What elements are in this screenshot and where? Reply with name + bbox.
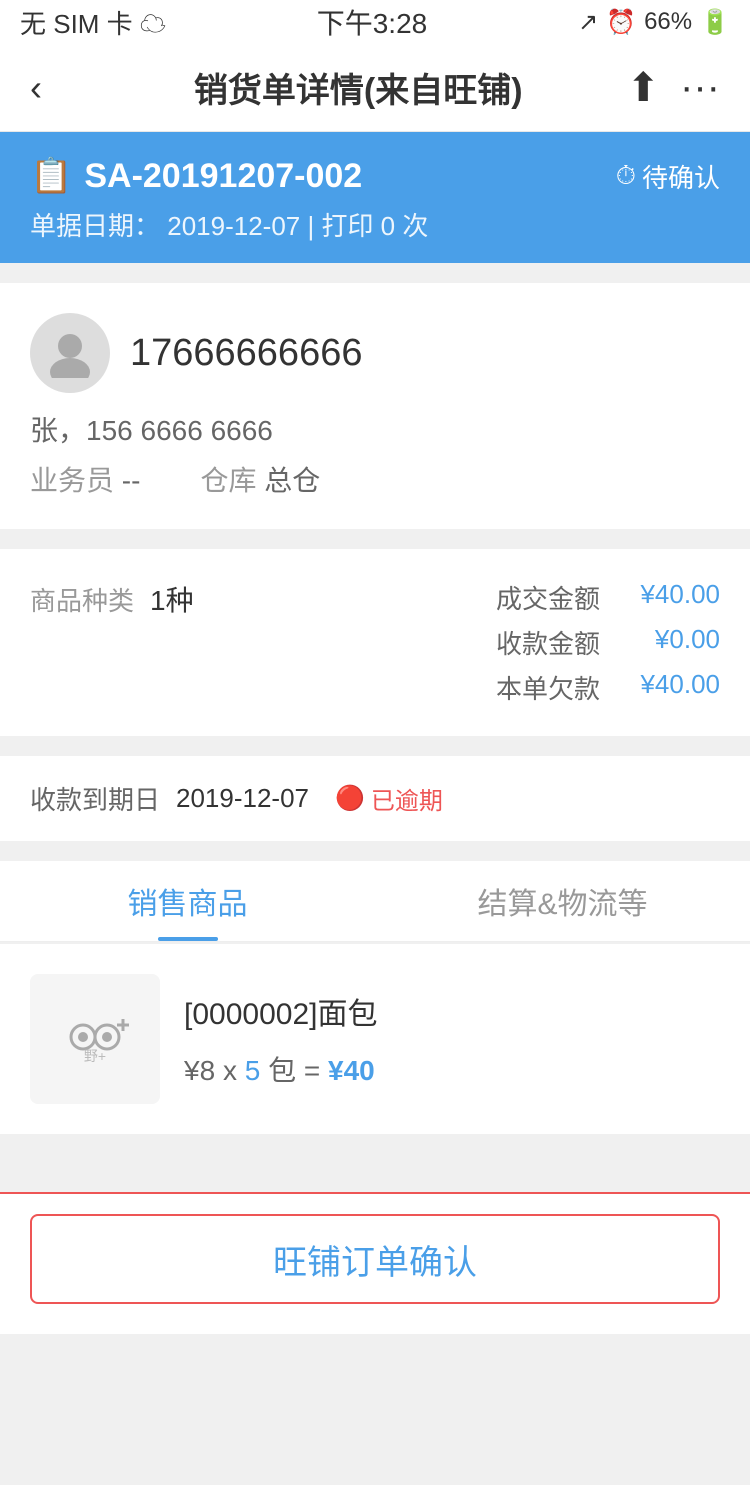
due-date-section: 收款到期日 2019-12-07 🔴 已逾期: [0, 756, 750, 841]
order-icon: 📋: [30, 156, 72, 196]
status-right: ↗ ⏰ 66% 🔋: [578, 8, 730, 37]
owed-amount-row: 本单欠款 ¥40.00: [496, 669, 720, 706]
customer-meta: 业务员 -- 仓库 总仓: [30, 459, 720, 499]
bottom-action-bar: 旺铺订单确认: [0, 1192, 750, 1334]
customer-name: 张，156 6666 6666: [30, 409, 720, 449]
warehouse: 仓库 总仓: [200, 459, 320, 499]
product-logo: 野+: [55, 1009, 135, 1069]
more-button[interactable]: ···: [680, 65, 720, 110]
status-left: 无 SIM 卡 ☁: [20, 4, 166, 41]
status-time: 下午3:28: [317, 2, 428, 42]
order-id: 📋 SA-20191207-002: [30, 156, 362, 196]
order-banner: 📋 SA-20191207-002 ⏱ 待确认 单据日期： 2019-12-07…: [0, 132, 750, 263]
sales-person: 业务员 --: [30, 459, 140, 499]
sim-status: 无 SIM 卡 ☁: [20, 4, 166, 41]
order-date: 单据日期： 2019-12-07 | 打印 0 次: [30, 206, 720, 243]
product-name: [0000002]面包: [184, 989, 720, 1033]
confirm-order-button[interactable]: 旺铺订单确认: [30, 1214, 720, 1304]
transaction-amount-row: 成交金额 ¥40.00: [496, 579, 720, 616]
clock-icon: ⏱: [616, 160, 636, 192]
received-amount-row: 收款金额 ¥0.00: [496, 624, 720, 661]
product-image: 野+: [30, 974, 160, 1104]
battery-icon: 🔋: [700, 8, 730, 37]
nav-right-actions: ⬆ ···: [627, 65, 720, 111]
person-icon: [45, 328, 95, 378]
back-button[interactable]: ‹: [30, 67, 90, 109]
order-status: ⏱ 待确认: [616, 158, 720, 195]
overdue-badge: 🔴 已逾期: [335, 781, 443, 816]
bottom-spacer: [0, 1335, 750, 1485]
location-icon: ↗: [578, 8, 598, 37]
summary-section: 商品种类 1种 成交金额 ¥40.00 收款金额 ¥0.00 本单欠款 ¥40.…: [0, 549, 750, 736]
product-item: 野+ [0000002]面包 ¥8 x 5 包 = ¥40: [0, 944, 750, 1135]
customer-phone: 17666666666: [130, 332, 362, 375]
product-details: [0000002]面包 ¥8 x 5 包 = ¥40: [184, 989, 720, 1089]
nav-bar: ‹ 销货单详情(来自旺铺) ⬆ ···: [0, 44, 750, 132]
svg-text:野+: 野+: [84, 1048, 106, 1064]
category-info: 商品种类 1种: [30, 579, 194, 619]
warning-icon: 🔴: [335, 784, 365, 813]
tab-sales-products[interactable]: 销售商品: [0, 861, 375, 941]
customer-section: 17666666666 张，156 6666 6666 业务员 -- 仓库 总仓: [0, 283, 750, 529]
amount-summary: 成交金额 ¥40.00 收款金额 ¥0.00 本单欠款 ¥40.00: [496, 579, 720, 706]
alarm-icon: ⏰: [606, 8, 636, 37]
customer-avatar: [30, 313, 110, 393]
tab-settlement[interactable]: 结算&物流等: [375, 861, 750, 941]
tabs-section: 销售商品 结算&物流等: [0, 861, 750, 942]
battery-status: 66%: [644, 8, 692, 36]
status-bar: 无 SIM 卡 ☁ 下午3:28 ↗ ⏰ 66% 🔋: [0, 0, 750, 44]
tabs-row: 销售商品 结算&物流等: [0, 861, 750, 941]
page-title: 销货单详情(来自旺铺): [194, 63, 523, 112]
product-price-row: ¥8 x 5 包 = ¥40: [184, 1049, 720, 1089]
product-list: 野+ [0000002]面包 ¥8 x 5 包 = ¥40: [0, 944, 750, 1135]
share-button[interactable]: ⬆: [627, 65, 661, 111]
